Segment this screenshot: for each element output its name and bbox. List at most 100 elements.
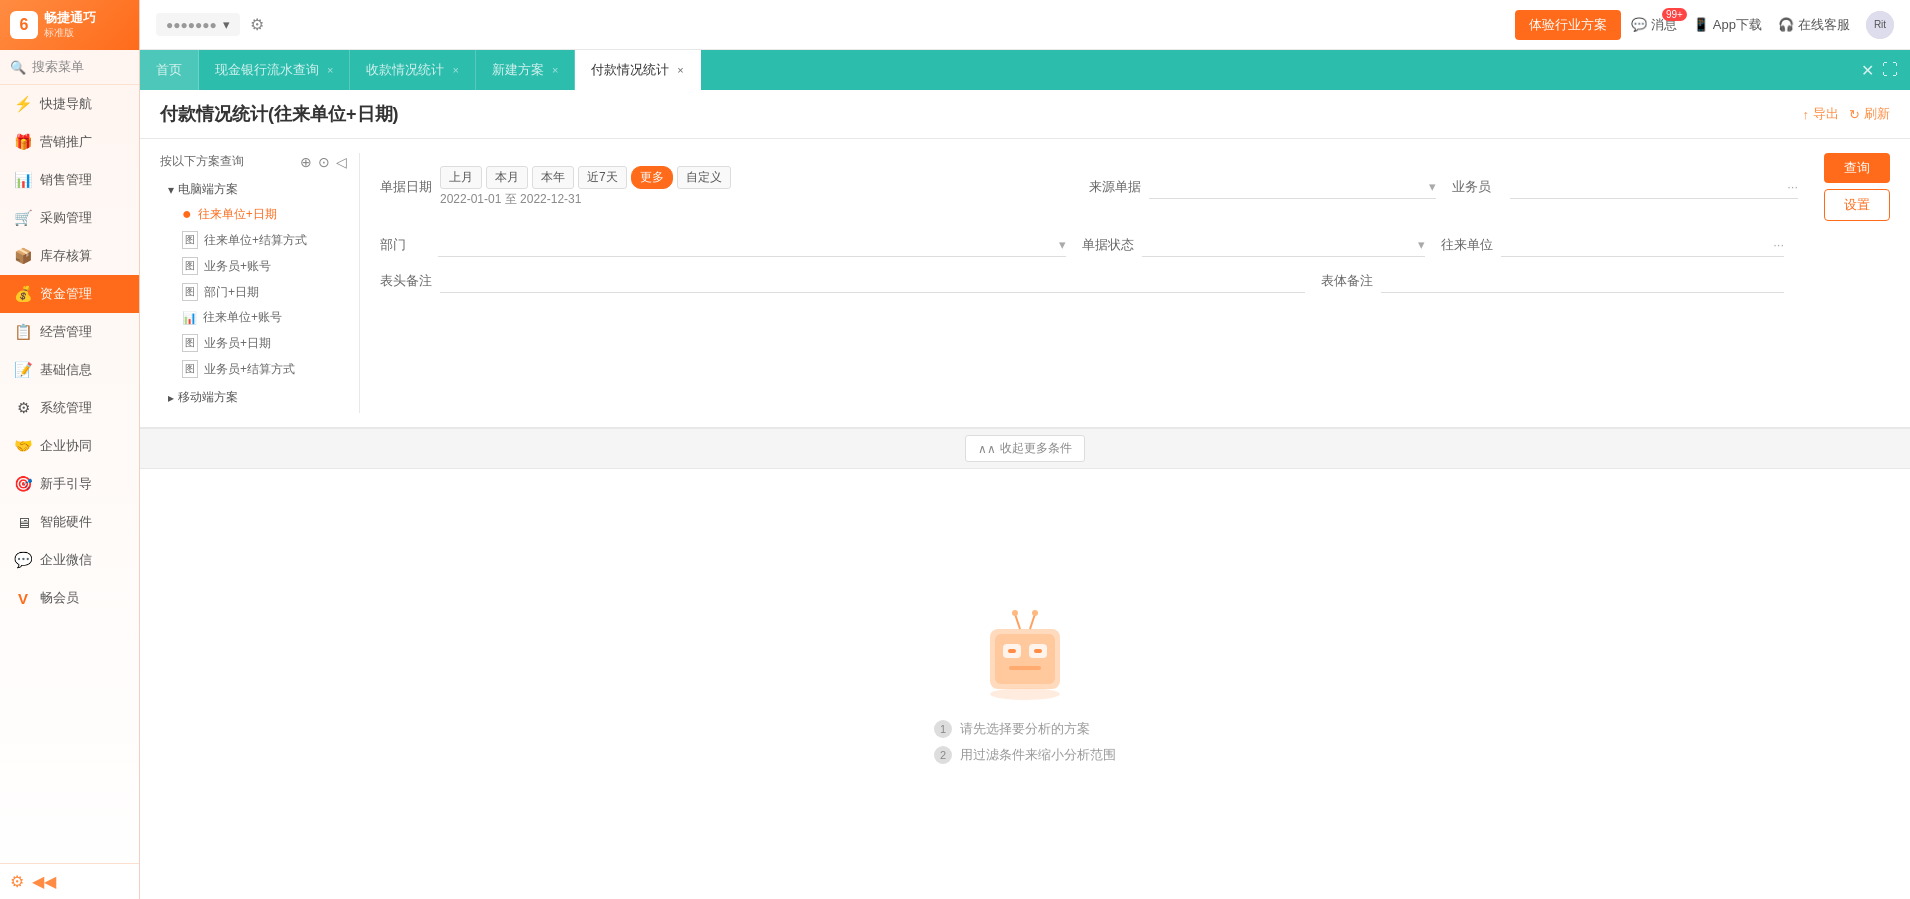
tab-home[interactable]: 首页 [140, 50, 199, 90]
purchase-icon: 🛒 [14, 209, 32, 227]
tab-payment-stat[interactable]: 付款情况统计 × [575, 50, 700, 90]
sidebar-search[interactable]: 🔍 搜索菜单 [0, 50, 139, 85]
date-tags: 上月 本月 本年 近7天 更多 自定义 2022-01-01 至 2022-12… [440, 166, 1073, 208]
sidebar-item-sales[interactable]: 📊 销售管理 [0, 161, 139, 199]
app-download-action[interactable]: 📱 App下载 [1693, 16, 1762, 34]
receipt-stat-close-icon[interactable]: × [452, 64, 458, 76]
user-avatar[interactable]: Rit [1866, 11, 1894, 39]
company-selector[interactable]: ●●●●●●● [156, 13, 240, 36]
date-tag-7days[interactable]: 近7天 [578, 166, 627, 189]
desktop-chevron-icon: ▾ [168, 183, 174, 197]
sidebar-item-beginner[interactable]: 🎯 新手引导 [0, 465, 139, 503]
new-scheme-close-icon[interactable]: × [552, 64, 558, 76]
sidebar-item-corp-wechat[interactable]: 💬 企业微信 [0, 541, 139, 579]
body-note-input[interactable] [1381, 269, 1784, 293]
scheme-settings-icon[interactable]: ⊙ [318, 154, 330, 170]
date-tag-this-month[interactable]: 本月 [486, 166, 528, 189]
sidebar-item-quick-nav[interactable]: ⚡ 快捷导航 [0, 85, 139, 123]
sidebar-item-smart-hw[interactable]: 🖥 智能硬件 [0, 503, 139, 541]
sidebar-item-inventory[interactable]: 📦 库存核算 [0, 237, 139, 275]
refresh-label: 刷新 [1864, 105, 1890, 123]
date-label: 单据日期 [380, 178, 432, 196]
scheme-item-partner-account[interactable]: 📊 往来单位+账号 [164, 305, 347, 330]
query-button[interactable]: 查询 [1824, 153, 1890, 183]
tab-receipt-stat[interactable]: 收款情况统计 × [350, 50, 475, 90]
scheme-label: 业务员+结算方式 [204, 361, 295, 378]
scheme-icon: 图 [182, 334, 198, 352]
scheme-item-staff-date[interactable]: 图 业务员+日期 [164, 330, 347, 356]
sys-mgmt-icon: ⚙ [14, 399, 32, 417]
scheme-icon: 图 [182, 283, 198, 301]
filter-tags: 上月 本月 本年 近7天 更多 自定义 [440, 166, 1073, 189]
settings-footer-icon[interactable]: ⚙ [10, 872, 24, 891]
sidebar-item-sys-mgmt[interactable]: ⚙ 系统管理 [0, 389, 139, 427]
filter-row-2: 部门 单据状态 往来单位 [380, 233, 1890, 257]
sales-icon: 📊 [14, 171, 32, 189]
refresh-button[interactable]: ↻ 刷新 [1849, 105, 1890, 123]
scheme-label: 往来单位+账号 [203, 309, 282, 326]
page-header-actions: ↑ 导出 ↻ 刷新 [1803, 105, 1891, 123]
bank-flow-close-icon[interactable]: × [327, 64, 333, 76]
doc-status-chevron-icon [1418, 237, 1425, 252]
header-note-input[interactable] [440, 269, 1305, 293]
sidebar-item-label: 营销推广 [40, 133, 92, 151]
sidebar-item-basic-info[interactable]: 📝 基础信息 [0, 351, 139, 389]
sidebar-item-marketing[interactable]: 🎁 营销推广 [0, 123, 139, 161]
date-tag-custom[interactable]: 自定义 [677, 166, 731, 189]
header-note-label: 表头备注 [380, 272, 432, 290]
sidebar-item-member[interactable]: V 畅会员 [0, 579, 139, 617]
close-tab-icon[interactable]: ✕ [1861, 61, 1874, 80]
staff-select[interactable]: ··· [1510, 175, 1799, 199]
scheme-item-dept-date[interactable]: 图 部门+日期 [164, 279, 347, 305]
sidebar-item-capital[interactable]: 💰 资金管理 [0, 275, 139, 313]
capital-icon: 💰 [14, 285, 32, 303]
service-action[interactable]: 🎧 在线客服 [1778, 16, 1850, 34]
payment-stat-close-icon[interactable]: × [677, 64, 683, 76]
export-button[interactable]: ↑ 导出 [1803, 105, 1840, 123]
svg-rect-6 [1034, 649, 1042, 653]
sidebar-item-label: 基础信息 [40, 361, 92, 379]
sidebar-item-label: 企业协同 [40, 437, 92, 455]
scheme-icon: 图 [182, 231, 198, 249]
scheme-item-partner-date[interactable]: ● 往来单位+日期 [164, 201, 347, 227]
scheme-actions: ⊕ ⊙ ◁ [300, 154, 347, 170]
scheme-collapse-icon[interactable]: ◁ [336, 154, 347, 170]
source-label: 来源单据 [1089, 178, 1141, 196]
sidebar-item-purchase[interactable]: 🛒 采购管理 [0, 199, 139, 237]
trial-button[interactable]: 体验行业方案 [1515, 10, 1621, 40]
date-tag-more[interactable]: 更多 [631, 166, 673, 189]
messages-action[interactable]: 💬 消息 99+ [1631, 16, 1677, 34]
collapse-bar: ∧∧ 收起更多条件 [140, 428, 1910, 469]
settings-button[interactable]: 设置 [1824, 189, 1890, 221]
collapse-label: 收起更多条件 [1000, 440, 1072, 457]
avatar-text: Rit [1866, 11, 1894, 39]
enterprise-icon: 🤝 [14, 437, 32, 455]
scheme-item-partner-settle[interactable]: 图 往来单位+结算方式 [164, 227, 347, 253]
source-select[interactable] [1149, 175, 1436, 199]
collapse-more-button[interactable]: ∧∧ 收起更多条件 [965, 435, 1085, 462]
body-note-label: 表体备注 [1321, 272, 1373, 290]
collapse-sidebar-icon[interactable]: ◀◀ [32, 872, 56, 891]
mobile-chevron-icon: ▸ [168, 391, 174, 405]
dept-select[interactable] [438, 233, 1066, 257]
date-tag-last-month[interactable]: 上月 [440, 166, 482, 189]
tab-bar: 首页 现金银行流水查询 × 收款情况统计 × 新建方案 × 付款情况统计 × ✕… [140, 50, 1910, 90]
doc-status-select[interactable] [1142, 233, 1425, 257]
scheme-item-staff-settle[interactable]: 图 业务员+结算方式 [164, 356, 347, 382]
scheme-tree: ▾ 电脑端方案 ● 往来单位+日期 图 往来单位+结算方式 图 [160, 178, 347, 409]
staff-dots-icon: ··· [1787, 179, 1798, 194]
gear-topbar-icon[interactable]: ⚙ [250, 15, 264, 34]
tab-new-scheme[interactable]: 新建方案 × [476, 50, 575, 90]
desktop-group-header[interactable]: ▾ 电脑端方案 [164, 178, 347, 201]
partner-select[interactable]: ··· [1501, 233, 1784, 257]
tab-bank-flow[interactable]: 现金银行流水查询 × [199, 50, 350, 90]
sidebar-item-enterprise[interactable]: 🤝 企业协同 [0, 427, 139, 465]
mobile-group-header[interactable]: ▸ 移动端方案 [164, 386, 347, 409]
scheme-add-icon[interactable]: ⊕ [300, 154, 312, 170]
bank-flow-tab-label: 现金银行流水查询 [215, 61, 319, 79]
date-tag-this-year[interactable]: 本年 [532, 166, 574, 189]
expand-tab-icon[interactable]: ⛶ [1882, 61, 1898, 79]
filter-scheme: 按以下方案查询 ⊕ ⊙ ◁ ▾ 电脑端方案 [160, 153, 360, 413]
sidebar-item-operation[interactable]: 📋 经营管理 [0, 313, 139, 351]
scheme-item-staff-account[interactable]: 图 业务员+账号 [164, 253, 347, 279]
